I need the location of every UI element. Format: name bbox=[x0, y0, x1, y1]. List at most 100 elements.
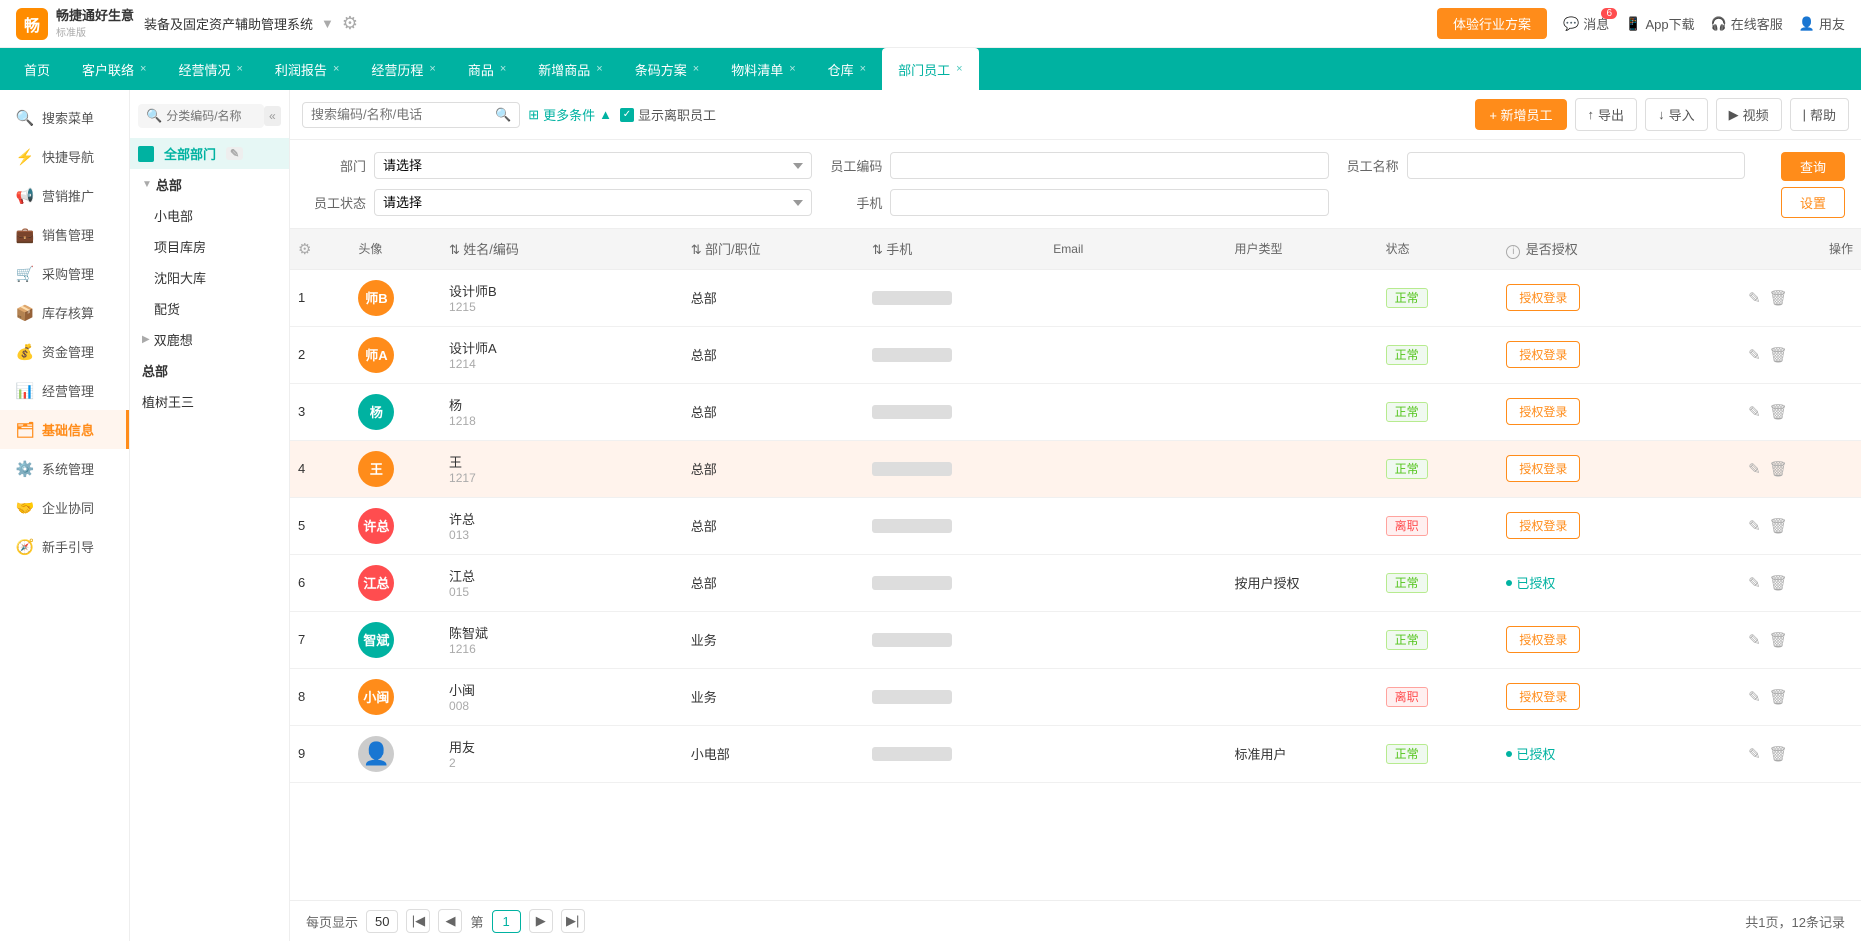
user-avatar[interactable]: 👤 用友 bbox=[1799, 14, 1845, 33]
dept-item-shuanglu[interactable]: ▶ 双鹿想 bbox=[130, 324, 289, 355]
search-box[interactable]: 🔍 bbox=[302, 102, 520, 128]
resigned-checkbox[interactable]: ✓ bbox=[620, 108, 634, 122]
tab-add-goods[interactable]: 新增商品 × bbox=[522, 48, 618, 90]
tab-customer[interactable]: 客户联络 × bbox=[66, 48, 162, 90]
edit-icon[interactable]: ✎ bbox=[1748, 346, 1761, 364]
tab-goods[interactable]: 商品 × bbox=[452, 48, 522, 90]
auth-btn[interactable]: 授权登录 bbox=[1506, 455, 1580, 482]
dept-item-peihuo[interactable]: 配货 bbox=[130, 293, 289, 324]
sidebar-item-marketing[interactable]: 📢 营销推广 bbox=[0, 176, 129, 215]
dept-item-zongbu-group[interactable]: ▼ 总部 bbox=[130, 169, 289, 200]
per-page-value[interactable]: 50 bbox=[366, 910, 398, 933]
service-btn[interactable]: 🎧 在线客服 bbox=[1711, 14, 1783, 33]
auth-btn[interactable]: 授权登录 bbox=[1506, 683, 1580, 710]
auth-btn[interactable]: 授权登录 bbox=[1506, 341, 1580, 368]
auth-info-icon[interactable]: i bbox=[1506, 245, 1520, 259]
delete-icon[interactable]: 🗑 bbox=[1769, 688, 1788, 706]
edit-icon[interactable]: ✎ bbox=[1748, 403, 1761, 421]
delete-icon[interactable]: 🗑 bbox=[1769, 745, 1788, 763]
search-submit-icon[interactable]: 🔍 bbox=[495, 107, 511, 123]
import-btn[interactable]: ↓ 导入 bbox=[1645, 98, 1708, 131]
sidebar-item-collab[interactable]: 🤝 企业协同 bbox=[0, 488, 129, 527]
page-next-btn[interactable]: ▶ bbox=[529, 909, 553, 933]
delete-icon[interactable]: 🗑 bbox=[1769, 631, 1788, 649]
sidebar-item-operation[interactable]: 📊 经营管理 bbox=[0, 371, 129, 410]
edit-icon[interactable]: ✎ bbox=[1748, 631, 1761, 649]
tab-close-history[interactable]: × bbox=[429, 63, 435, 75]
tab-dept-staff[interactable]: 部门员工 × bbox=[882, 48, 978, 90]
dept-item-all[interactable]: 全部部门 ✎ bbox=[130, 138, 289, 169]
export-btn[interactable]: ↑ 导出 bbox=[1575, 98, 1638, 131]
dept-item-shenyang[interactable]: 沈阳大库 bbox=[130, 262, 289, 293]
sidebar-item-sales[interactable]: 💼 销售管理 bbox=[0, 215, 129, 254]
query-btn[interactable]: 查询 bbox=[1781, 152, 1845, 181]
edit-icon[interactable]: ✎ bbox=[1748, 574, 1761, 592]
edit-icon[interactable]: ✎ bbox=[1748, 517, 1761, 535]
dept-select[interactable]: 请选择 bbox=[374, 152, 812, 179]
settings-icon[interactable]: ⚙ bbox=[342, 13, 358, 34]
sidebar-item-basic[interactable]: 🗂 基础信息 bbox=[0, 410, 129, 449]
current-page[interactable]: 1 bbox=[492, 910, 521, 933]
page-last-btn[interactable]: ▶| bbox=[561, 909, 585, 933]
tab-warehouse[interactable]: 仓库 × bbox=[812, 48, 882, 90]
auth-btn[interactable]: 授权登录 bbox=[1506, 626, 1580, 653]
set-btn[interactable]: 设置 bbox=[1781, 187, 1845, 218]
help-btn[interactable]: | 帮助 bbox=[1790, 98, 1849, 131]
th-gear[interactable]: ⚙ bbox=[290, 229, 350, 269]
sidebar-item-inventory[interactable]: 📦 库存核算 bbox=[0, 293, 129, 332]
more-filter-btn[interactable]: ⊞ 更多条件 ▲ bbox=[528, 105, 612, 124]
tab-bom[interactable]: 物料清单 × bbox=[715, 48, 811, 90]
view-btn[interactable]: ▶ 视频 bbox=[1716, 98, 1782, 131]
edit-icon[interactable]: ✎ bbox=[1748, 460, 1761, 478]
auth-btn[interactable]: 授权登录 bbox=[1506, 398, 1580, 425]
tab-barcode[interactable]: 条码方案 × bbox=[619, 48, 715, 90]
tab-history[interactable]: 经营历程 × bbox=[355, 48, 451, 90]
delete-icon[interactable]: 🗑 bbox=[1769, 574, 1788, 592]
tab-close-customer[interactable]: × bbox=[140, 63, 146, 75]
delete-icon[interactable]: 🗑 bbox=[1769, 346, 1788, 364]
edit-icon[interactable]: ✎ bbox=[1748, 688, 1761, 706]
sidebar-item-purchase[interactable]: 🛒 采购管理 bbox=[0, 254, 129, 293]
tab-close-add-goods[interactable]: × bbox=[596, 63, 602, 75]
search-input[interactable] bbox=[311, 107, 491, 122]
tab-close-barcode[interactable]: × bbox=[693, 63, 699, 75]
dept-item-xiaodian[interactable]: 小电部 bbox=[130, 200, 289, 231]
emp-code-input[interactable] bbox=[890, 152, 1328, 179]
edit-icon[interactable]: ✎ bbox=[1748, 745, 1761, 763]
dept-search-box[interactable]: 🔍 bbox=[138, 104, 264, 128]
delete-icon[interactable]: 🗑 bbox=[1769, 517, 1788, 535]
tab-close-op-status[interactable]: × bbox=[236, 63, 242, 75]
show-resigned-toggle[interactable]: ✓ 显示离职员工 bbox=[620, 105, 716, 124]
sidebar-item-system[interactable]: ⚙️ 系统管理 bbox=[0, 449, 129, 488]
sort-icon-phone[interactable]: ⇅ bbox=[872, 242, 883, 257]
page-prev-btn[interactable]: ◀ bbox=[438, 909, 462, 933]
sort-icon-name[interactable]: ⇅ bbox=[449, 242, 460, 257]
delete-icon[interactable]: 🗑 bbox=[1769, 289, 1788, 307]
sidebar-item-capital[interactable]: 💰 资金管理 bbox=[0, 332, 129, 371]
sidebar-item-quick[interactable]: ⚡ 快捷导航 bbox=[0, 137, 129, 176]
edit-all-icon[interactable]: ✎ bbox=[226, 147, 243, 160]
collapse-btn[interactable]: « bbox=[264, 106, 281, 126]
tab-close-profit[interactable]: × bbox=[333, 63, 339, 75]
delete-icon[interactable]: 🗑 bbox=[1769, 460, 1788, 478]
dept-item-xiangmu[interactable]: 项目库房 bbox=[130, 231, 289, 262]
add-employee-btn[interactable]: + 新增员工 bbox=[1475, 99, 1566, 130]
tab-operation-status[interactable]: 经营情况 × bbox=[162, 48, 258, 90]
tab-close-warehouse[interactable]: × bbox=[860, 63, 866, 75]
phone-input[interactable] bbox=[890, 189, 1328, 216]
auth-btn[interactable]: 授权登录 bbox=[1506, 284, 1580, 311]
tab-profit[interactable]: 利润报告 × bbox=[259, 48, 355, 90]
emp-name-input[interactable] bbox=[1407, 152, 1745, 179]
sort-icon-dept[interactable]: ⇅ bbox=[691, 242, 702, 257]
auth-btn[interactable]: 授权登录 bbox=[1506, 512, 1580, 539]
tab-home[interactable]: 首页 bbox=[8, 48, 66, 90]
message-btn[interactable]: 💬 消息 6 bbox=[1563, 14, 1609, 33]
app-download-btn[interactable]: 📱 App下载 bbox=[1625, 14, 1694, 33]
dept-item-zongbu2[interactable]: 总部 bbox=[130, 355, 289, 386]
trial-btn[interactable]: 体验行业方案 bbox=[1437, 8, 1547, 39]
dept-search-input[interactable] bbox=[166, 109, 256, 123]
tab-close-dept-staff[interactable]: × bbox=[956, 63, 962, 75]
delete-icon[interactable]: 🗑 bbox=[1769, 403, 1788, 421]
dept-item-zhishu[interactable]: 植树王三 bbox=[130, 386, 289, 417]
tab-close-bom[interactable]: × bbox=[789, 63, 795, 75]
